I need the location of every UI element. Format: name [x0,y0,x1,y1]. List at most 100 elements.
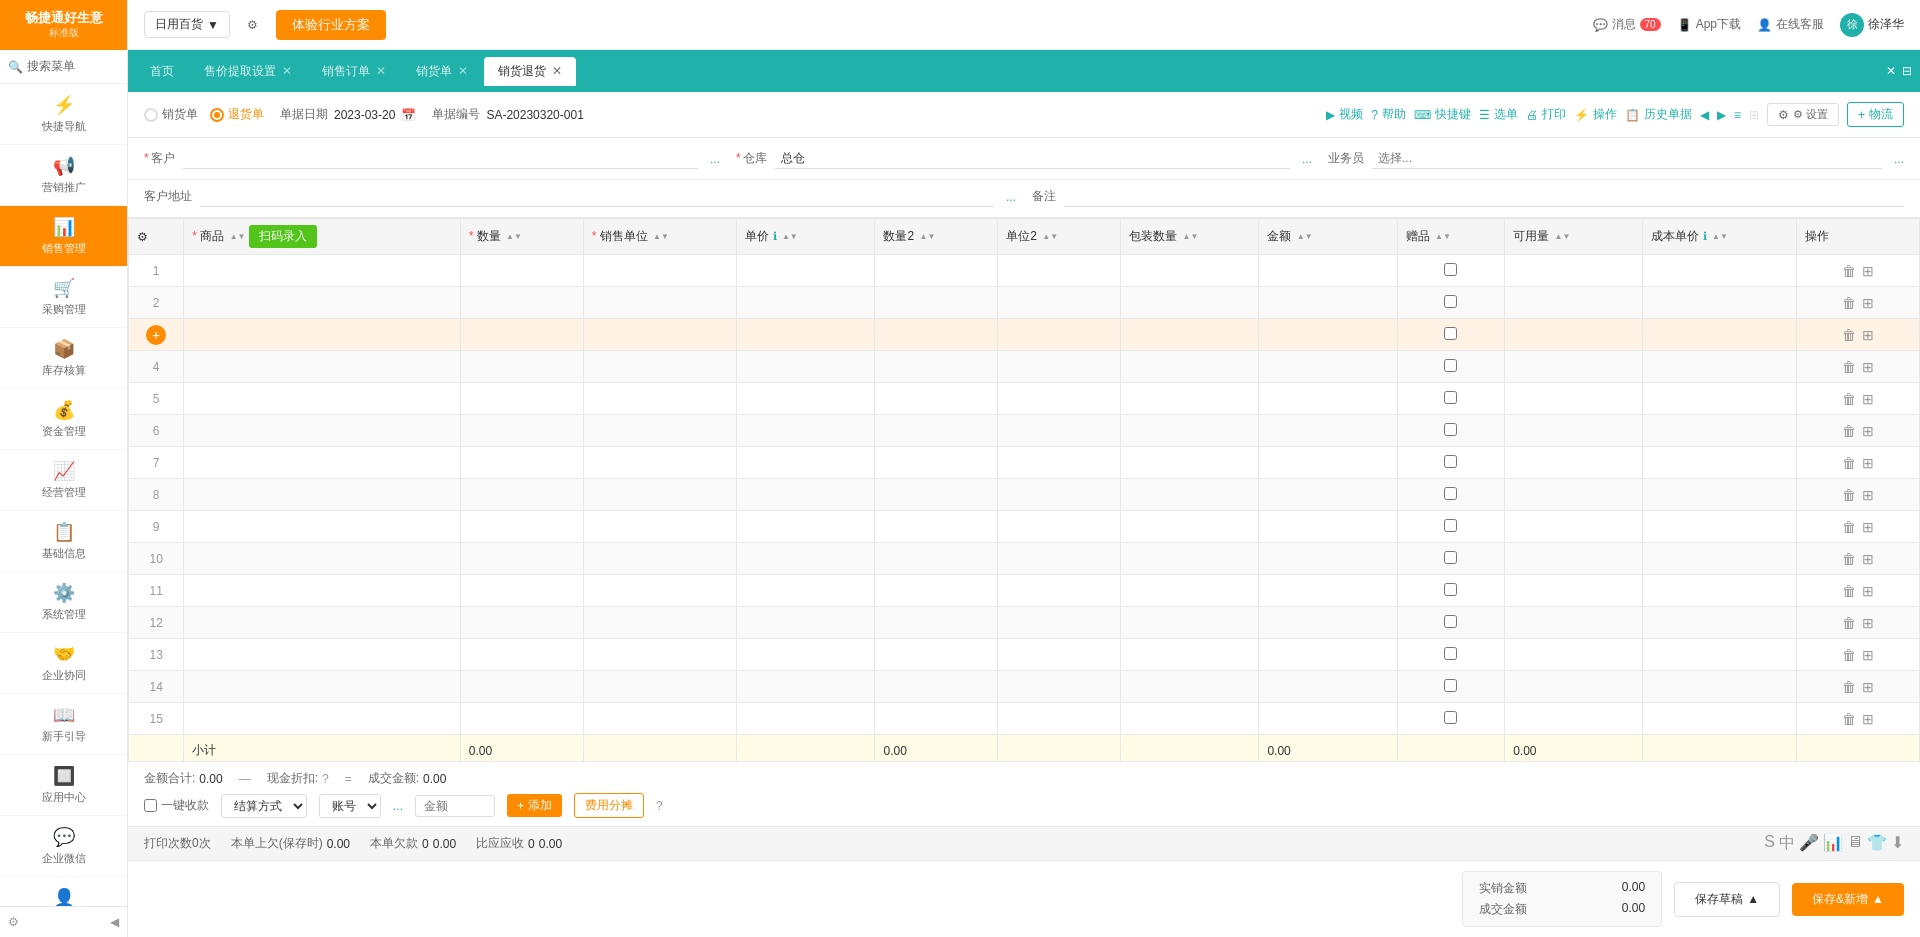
row-unitprice-1[interactable] [737,255,875,287]
sidebar-item-marketing[interactable]: 📢 营销推广 [0,145,127,206]
row-product-10[interactable] [184,543,460,575]
help-action[interactable]: ? 帮助 [1371,106,1406,123]
row-costprice-15[interactable] [1643,703,1797,735]
row-qty-14[interactable] [460,671,583,703]
copy-row-icon-1[interactable]: ⊞ [1862,263,1874,279]
row-qty-1[interactable] [460,255,583,287]
sidebar-item-operation[interactable]: 📈 经营管理 [0,450,127,511]
search-menu-item[interactable]: 🔍 搜索菜单 [0,50,127,84]
delete-row-icon-7[interactable]: 🗑 [1842,455,1856,471]
save-new-button[interactable]: 保存&新增 ▲ [1792,883,1904,916]
row-available-1[interactable] [1505,255,1643,287]
settlement-method-select[interactable]: 结算方式 [221,794,307,818]
settings-bottom-icon[interactable]: ⚙ [8,915,19,929]
row-amount-13[interactable] [1259,639,1397,671]
available-sort-icon[interactable]: ▲▼ [1555,233,1571,241]
row-unitprice-15[interactable] [737,703,875,735]
toolbar-icon-5[interactable]: 🖥 [1847,833,1863,854]
operation-action[interactable]: ⚡ 操作 [1574,106,1617,123]
messages-button[interactable]: 💬 消息 70 [1593,16,1661,33]
row-packqty-13[interactable] [1121,639,1259,671]
calendar-icon[interactable]: 📅 [401,108,416,122]
table-scroll[interactable]: ⚙ * 商品 ▲▼ 扫码录入 * 数量 ▲▼ [128,218,1920,761]
row-unit2-5[interactable] [998,383,1121,415]
grid-view-icon[interactable]: ⊞ [1749,108,1759,122]
row-gift-5[interactable] [1397,383,1505,415]
save-draft-button[interactable]: 保存草稿 ▲ [1674,882,1780,917]
row-saleunit-13[interactable] [583,639,737,671]
delete-row-icon-15[interactable]: 🗑 [1842,711,1856,727]
sidebar-item-member[interactable]: 👤 畅会员 [0,877,127,906]
row-unitprice-3[interactable] [737,319,875,351]
copy-row-icon-8[interactable]: ⊞ [1862,487,1874,503]
row-product-13[interactable] [184,639,460,671]
row-qty-2[interactable] [460,287,583,319]
row-packqty-12[interactable] [1121,607,1259,639]
row-packqty-15[interactable] [1121,703,1259,735]
account-dots[interactable]: ... [393,799,403,813]
row-qty-8[interactable] [460,479,583,511]
row-packqty-4[interactable] [1121,351,1259,383]
copy-row-icon-2[interactable]: ⊞ [1862,295,1874,311]
row-available-10[interactable] [1505,543,1643,575]
row-amount-5[interactable] [1259,383,1397,415]
delete-row-icon-3[interactable]: 🗑 [1842,327,1856,343]
row-packqty-8[interactable] [1121,479,1259,511]
row-qty-6[interactable] [460,415,583,447]
row-costprice-10[interactable] [1643,543,1797,575]
copy-row-icon-9[interactable]: ⊞ [1862,519,1874,535]
row-gift-12[interactable] [1397,607,1505,639]
row-unit2-15[interactable] [998,703,1121,735]
row-packqty-1[interactable] [1121,255,1259,287]
row-qty2-12[interactable] [875,607,998,639]
row-unitprice-4[interactable] [737,351,875,383]
shortcut-key-action[interactable]: ⌨ 快捷键 [1414,106,1471,123]
logistics-button[interactable]: + 物流 [1847,102,1904,127]
row-qty2-2[interactable] [875,287,998,319]
row-qty2-5[interactable] [875,383,998,415]
sidebar-item-sales[interactable]: 📊 销售管理 [0,206,127,267]
toolbar-icon-1[interactable]: S [1764,833,1775,854]
row-amount-2[interactable] [1259,287,1397,319]
print-action[interactable]: 🖨 打印 [1526,106,1566,123]
row-gift-6[interactable] [1397,415,1505,447]
row-unit2-10[interactable] [998,543,1121,575]
sidebar-item-basic[interactable]: 📋 基础信息 [0,511,127,572]
row-qty-11[interactable] [460,575,583,607]
toolbar-icon-7[interactable]: ⬇ [1891,833,1904,854]
warehouse-dots[interactable]: ... [1302,152,1312,166]
row-available-11[interactable] [1505,575,1643,607]
delete-row-icon-10[interactable]: 🗑 [1842,551,1856,567]
copy-row-icon-10[interactable]: ⊞ [1862,551,1874,567]
row-packqty-14[interactable] [1121,671,1259,703]
customer-input[interactable] [183,148,698,169]
toolbar-icon-3[interactable]: 🎤 [1799,833,1819,854]
copy-row-icon-4[interactable]: ⊞ [1862,359,1874,375]
row-packqty-7[interactable] [1121,447,1259,479]
row-unit2-9[interactable] [998,511,1121,543]
packqty-sort-icon[interactable]: ▲▼ [1183,233,1199,241]
row-amount-6[interactable] [1259,415,1397,447]
row-product-2[interactable] [184,287,460,319]
online-service-button[interactable]: 👤 在线客服 [1757,16,1824,33]
row-qty2-9[interactable] [875,511,998,543]
row-qty-15[interactable] [460,703,583,735]
row-available-8[interactable] [1505,479,1643,511]
row-saleunit-5[interactable] [583,383,737,415]
row-costprice-9[interactable] [1643,511,1797,543]
row-qty2-14[interactable] [875,671,998,703]
add-row-button[interactable]: + [146,325,166,345]
sidebar-item-system[interactable]: ⚙️ 系统管理 [0,572,127,633]
row-unitprice-12[interactable] [737,607,875,639]
copy-row-icon-6[interactable]: ⊞ [1862,423,1874,439]
remark-input[interactable] [1064,186,1904,207]
row-gift-15[interactable] [1397,703,1505,735]
row-gift-4[interactable] [1397,351,1505,383]
account-select[interactable]: 账号 [319,794,381,818]
row-packqty-6[interactable] [1121,415,1259,447]
delete-row-icon-4[interactable]: 🗑 [1842,359,1856,375]
row-available-5[interactable] [1505,383,1643,415]
row-unit2-7[interactable] [998,447,1121,479]
row-costprice-13[interactable] [1643,639,1797,671]
row-product-8[interactable] [184,479,460,511]
